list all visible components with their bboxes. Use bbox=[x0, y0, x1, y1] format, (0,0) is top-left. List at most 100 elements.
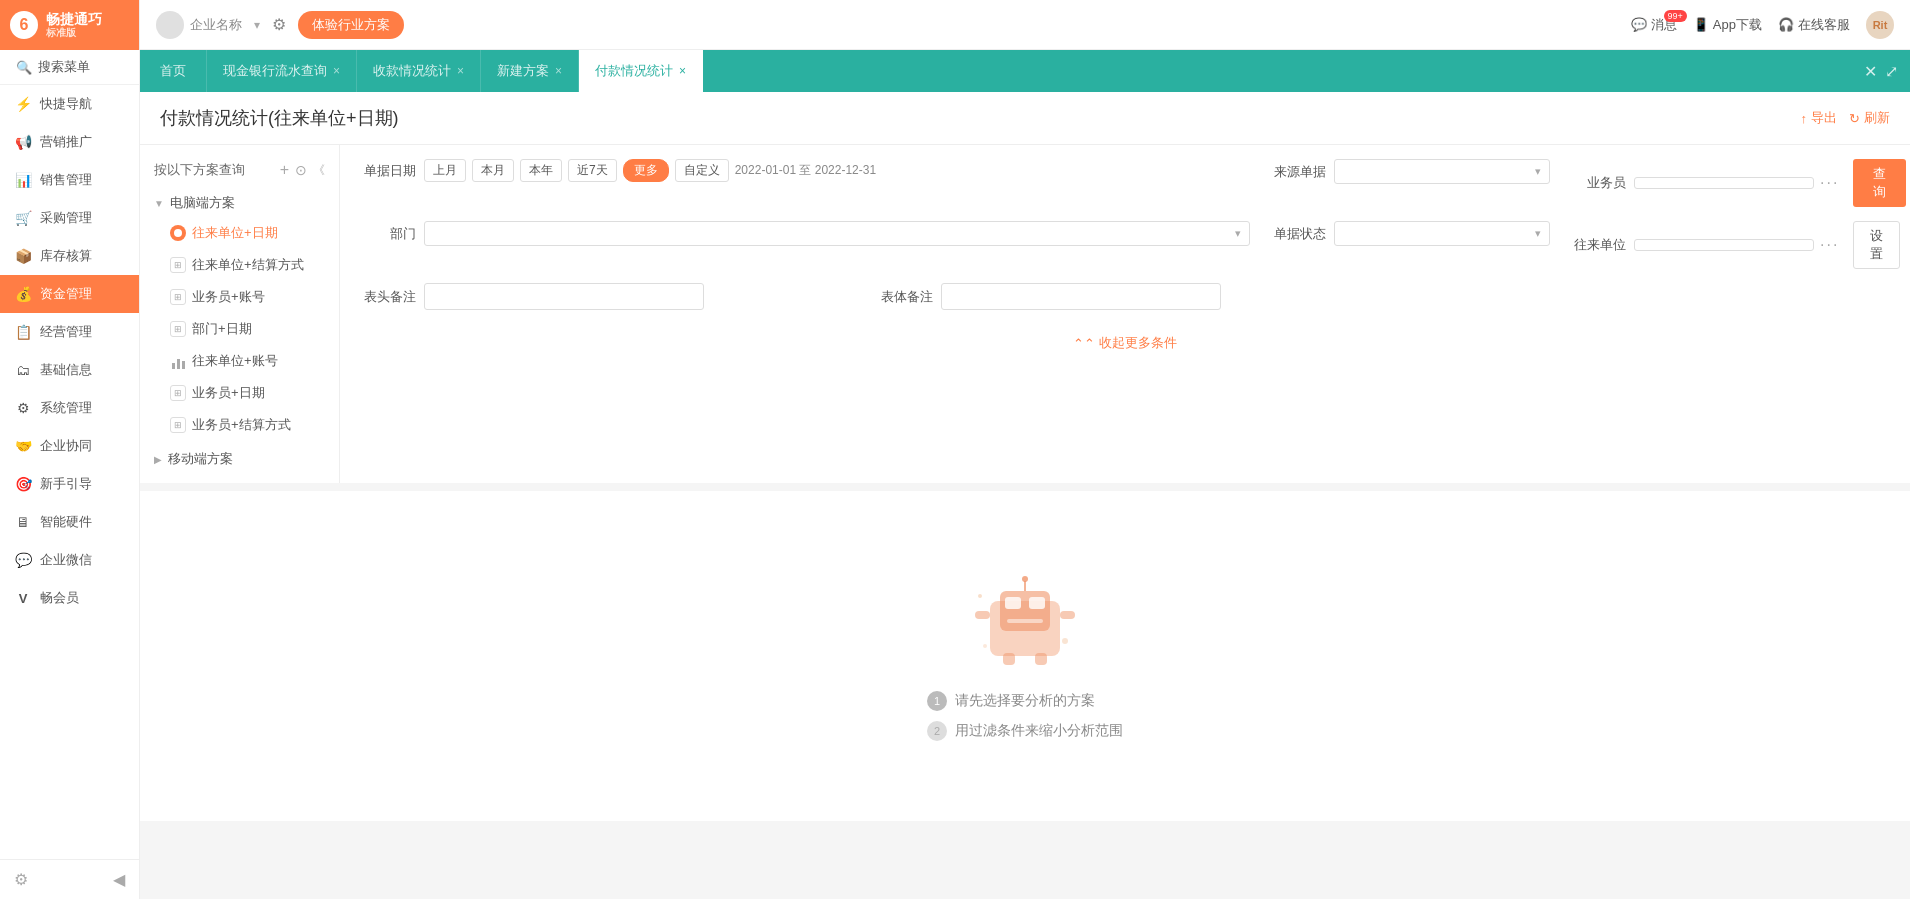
filter-container: 按以下方案查询 + ⊙ 《 ▼ 电脑端方案 bbox=[140, 145, 1910, 483]
add-scheme-icon[interactable]: + bbox=[280, 161, 289, 179]
source-select[interactable]: ▾ bbox=[1334, 159, 1550, 184]
sidebar-item-sys-mgmt[interactable]: ⚙ 系统管理 bbox=[0, 389, 139, 427]
date-btn-7days[interactable]: 近7天 bbox=[568, 159, 617, 182]
trial-button[interactable]: 体验行业方案 bbox=[298, 11, 404, 39]
sidebar-item-label: 采购管理 bbox=[40, 209, 92, 227]
inventory-icon: 📦 bbox=[14, 247, 32, 265]
step-1-label: 请先选择要分析的方案 bbox=[955, 692, 1095, 710]
sidebar-item-enterprise-wechat[interactable]: 💬 企业微信 bbox=[0, 541, 139, 579]
tab-new-scheme-close[interactable]: × bbox=[555, 64, 562, 78]
svg-rect-10 bbox=[1003, 653, 1015, 665]
source-dropdown-icon: ▾ bbox=[1535, 165, 1541, 178]
tab-payable-close[interactable]: × bbox=[679, 64, 686, 78]
company-dropdown-icon[interactable]: ▾ bbox=[254, 18, 260, 32]
mobile-arrow-icon: ▶ bbox=[154, 454, 162, 465]
sidebar-nav: ⚡ 快捷导航 📢 营销推广 📊 销售管理 🛒 采购管理 📦 库存核算 💰 资金管… bbox=[0, 85, 139, 859]
notification-btn[interactable]: 💬 消息 99+ bbox=[1631, 16, 1677, 34]
date-input-area: 上月 本月 本年 近7天 更多 自定义 2022-01-01 至 2022-12… bbox=[424, 159, 1250, 182]
operations-icon: 📋 bbox=[14, 323, 32, 341]
sidebar-item-quick-nav[interactable]: ⚡ 快捷导航 bbox=[0, 85, 139, 123]
collapse-scheme-icon[interactable]: 《 bbox=[313, 162, 325, 179]
sidebar-item-vip[interactable]: V 畅会员 bbox=[0, 579, 139, 617]
date-btn-more[interactable]: 更多 bbox=[623, 159, 669, 182]
staff-select[interactable] bbox=[1634, 177, 1814, 189]
collapse-filter-btn[interactable]: ⌃⌃ 收起更多条件 bbox=[360, 324, 1890, 362]
sidebar-item-purchase[interactable]: 🛒 采购管理 bbox=[0, 199, 139, 237]
date-btn-this-year[interactable]: 本年 bbox=[520, 159, 562, 182]
scheme-grid-icon: ⊞ bbox=[170, 257, 186, 273]
scheme-chart-icon bbox=[170, 353, 186, 369]
collapse-sidebar-icon[interactable]: ◀ bbox=[113, 870, 125, 889]
tab-new-scheme[interactable]: 新建方案 × bbox=[481, 50, 579, 92]
refresh-button[interactable]: ↻ 刷新 bbox=[1849, 109, 1890, 127]
settings-icon[interactable]: ⚙ bbox=[14, 870, 28, 889]
tab-payable[interactable]: 付款情况统计 × bbox=[579, 50, 703, 92]
note2-input[interactable] bbox=[941, 283, 1221, 310]
tab-home[interactable]: 首页 bbox=[140, 50, 207, 92]
user-avatar[interactable]: Rit bbox=[1866, 11, 1894, 39]
scheme-item-partner-date[interactable]: 往来单位+日期 bbox=[140, 217, 339, 249]
dept-select[interactable]: ▾ bbox=[424, 221, 1250, 246]
tab-cash-flow[interactable]: 现金银行流水查询 × bbox=[207, 50, 357, 92]
date-btn-custom[interactable]: 自定义 bbox=[675, 159, 729, 182]
sales-icon: 📊 bbox=[14, 171, 32, 189]
sidebar-item-guide[interactable]: 🎯 新手引导 bbox=[0, 465, 139, 503]
scheme-item-staff-settle[interactable]: ⊞ 业务员+结算方式 bbox=[140, 409, 339, 441]
doc-status-select[interactable]: ▾ bbox=[1334, 221, 1550, 246]
partner-select[interactable] bbox=[1634, 239, 1814, 251]
scheme-item-staff-date[interactable]: ⊞ 业务员+日期 bbox=[140, 377, 339, 409]
enterprise-wechat-icon: 💬 bbox=[14, 551, 32, 569]
download-icon: 📱 bbox=[1693, 17, 1709, 32]
tab-receivable[interactable]: 收款情况统计 × bbox=[357, 50, 481, 92]
collapse-label: 收起更多条件 bbox=[1099, 334, 1177, 352]
date-label: 单据日期 bbox=[360, 162, 416, 180]
empty-illustration bbox=[965, 571, 1085, 671]
date-btn-this-month[interactable]: 本月 bbox=[472, 159, 514, 182]
app-download-btn[interactable]: 📱 App下载 bbox=[1693, 16, 1762, 34]
date-btn-last-month[interactable]: 上月 bbox=[424, 159, 466, 182]
step-2-label: 用过滤条件来缩小分析范围 bbox=[955, 722, 1123, 740]
online-service-btn[interactable]: 🎧 在线客服 bbox=[1778, 16, 1850, 34]
scheme-grid-icon4: ⊞ bbox=[170, 385, 186, 401]
sidebar-item-basic-info[interactable]: 🗂 基础信息 bbox=[0, 351, 139, 389]
scheme-item-dept-date[interactable]: ⊞ 部门+日期 bbox=[140, 313, 339, 345]
scheme-item-staff-account[interactable]: ⊞ 业务员+账号 bbox=[140, 281, 339, 313]
tabbar-actions: ✕ ⤢ bbox=[1852, 50, 1910, 92]
sidebar-footer: ⚙ ◀ bbox=[0, 859, 139, 899]
sidebar-item-inventory[interactable]: 📦 库存核算 bbox=[0, 237, 139, 275]
scheme-item-partner-account[interactable]: 往来单位+账号 bbox=[140, 345, 339, 377]
online-service-label: 在线客服 bbox=[1798, 16, 1850, 34]
source-label: 来源单据 bbox=[1270, 163, 1326, 181]
sidebar-item-sales[interactable]: 📊 销售管理 bbox=[0, 161, 139, 199]
partner-more-btn[interactable]: ··· bbox=[1820, 236, 1839, 254]
sidebar-item-operations[interactable]: 📋 经营管理 bbox=[0, 313, 139, 351]
export-button[interactable]: ↑ 导出 bbox=[1801, 109, 1838, 127]
topbar-user: 企业名称 bbox=[156, 11, 242, 39]
close-all-tabs-icon[interactable]: ✕ bbox=[1864, 62, 1877, 81]
setting-button[interactable]: 设置 bbox=[1853, 221, 1900, 269]
sidebar-item-label: 企业微信 bbox=[40, 551, 92, 569]
tab-cash-flow-close[interactable]: × bbox=[333, 64, 340, 78]
tab-cash-flow-label: 现金银行流水查询 bbox=[223, 62, 327, 80]
filter-row-2: 部门 ▾ 单据状态 ▾ 往来单位 bbox=[360, 221, 1890, 269]
sidebar-item-smart-hw[interactable]: 🖥 智能硬件 bbox=[0, 503, 139, 541]
svg-rect-11 bbox=[1035, 653, 1047, 665]
mobile-section-title[interactable]: ▶ 移动端方案 bbox=[140, 445, 339, 473]
doc-status-label: 单据状态 bbox=[1270, 225, 1326, 243]
query-button[interactable]: 查询 bbox=[1853, 159, 1906, 207]
scheme-item-partner-settle[interactable]: ⊞ 往来单位+结算方式 bbox=[140, 249, 339, 281]
sidebar-item-label: 资金管理 bbox=[40, 285, 92, 303]
sidebar-item-marketing[interactable]: 📢 营销推广 bbox=[0, 123, 139, 161]
topbar-gear-icon[interactable]: ⚙ bbox=[272, 15, 286, 34]
sidebar-item-enterprise[interactable]: 🤝 企业协同 bbox=[0, 427, 139, 465]
sidebar-item-fund[interactable]: 💰 资金管理 bbox=[0, 275, 139, 313]
doc-status-dropdown-icon: ▾ bbox=[1535, 227, 1541, 240]
scheme-item-label: 往来单位+日期 bbox=[192, 224, 278, 242]
desktop-section-title[interactable]: ▼ 电脑端方案 bbox=[140, 189, 339, 217]
note1-input[interactable] bbox=[424, 283, 704, 310]
maximize-icon[interactable]: ⤢ bbox=[1885, 62, 1898, 81]
staff-more-btn[interactable]: ··· bbox=[1820, 174, 1839, 192]
scheme-settings-icon[interactable]: ⊙ bbox=[295, 162, 307, 178]
search-menu[interactable]: 🔍 搜索菜单 bbox=[0, 50, 139, 85]
tab-receivable-close[interactable]: × bbox=[457, 64, 464, 78]
